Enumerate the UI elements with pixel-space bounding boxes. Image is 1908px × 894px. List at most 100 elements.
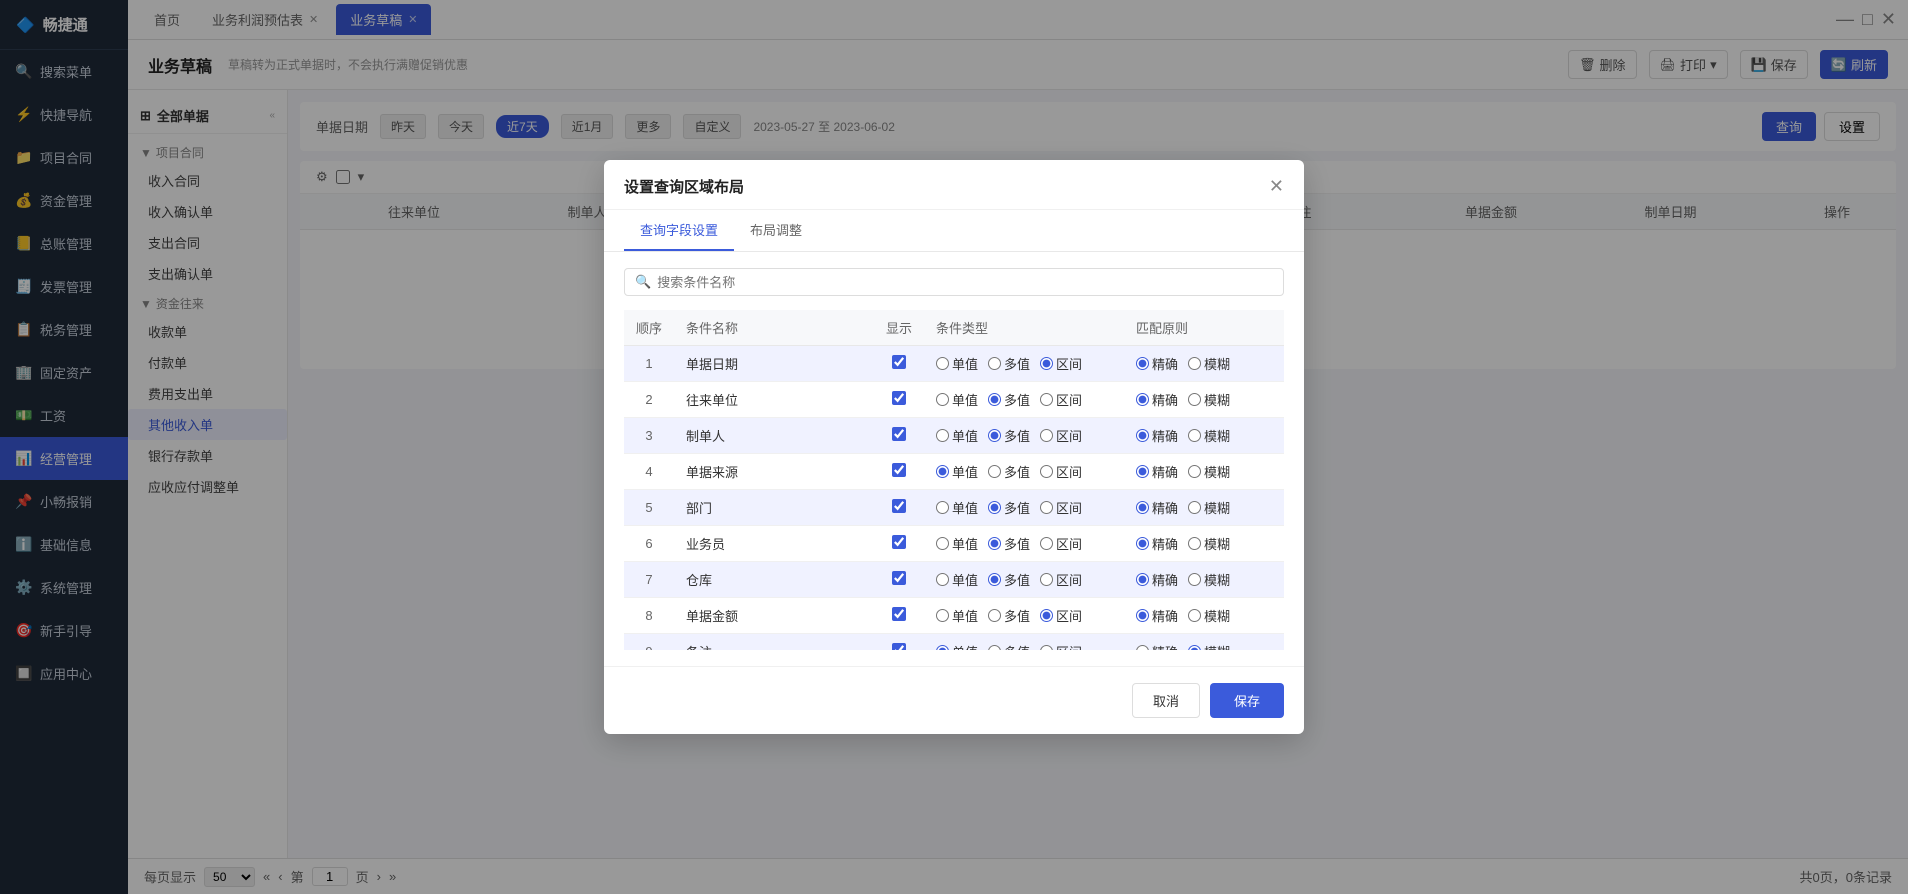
match-rule-radio[interactable] (1188, 393, 1201, 406)
condition-type-radio-item[interactable]: 多值 (988, 534, 1030, 553)
match-rule-radio-item[interactable]: 模糊 (1188, 570, 1230, 589)
match-rule-radio-item[interactable]: 精确 (1136, 606, 1178, 625)
condition-type-radio[interactable] (988, 429, 1001, 442)
match-rule-radio-item[interactable]: 模糊 (1188, 642, 1230, 650)
condition-type-radio-item[interactable]: 区间 (1040, 606, 1082, 625)
condition-type-radio-item[interactable]: 单值 (936, 606, 978, 625)
condition-type-radio-item[interactable]: 区间 (1040, 534, 1082, 553)
show-checkbox[interactable] (892, 463, 906, 477)
show-checkbox[interactable] (892, 535, 906, 549)
match-rule-radio[interactable] (1136, 429, 1149, 442)
match-rule-radio-item[interactable]: 精确 (1136, 534, 1178, 553)
condition-type-radio[interactable] (936, 357, 949, 370)
condition-type-radio-item[interactable]: 多值 (988, 498, 1030, 517)
match-rule-radio[interactable] (1136, 609, 1149, 622)
match-rule-radio[interactable] (1188, 573, 1201, 586)
condition-type-radio-item[interactable]: 多值 (988, 642, 1030, 650)
condition-type-radio[interactable] (988, 645, 1001, 650)
modal-cancel-button[interactable]: 取消 (1132, 683, 1200, 718)
match-rule-radio-item[interactable]: 精确 (1136, 426, 1178, 445)
match-rule-radio-item[interactable]: 精确 (1136, 462, 1178, 481)
match-rule-radio[interactable] (1188, 645, 1201, 650)
match-rule-radio[interactable] (1188, 609, 1201, 622)
condition-type-radio[interactable] (988, 501, 1001, 514)
condition-type-radio-item[interactable]: 单值 (936, 390, 978, 409)
match-rule-radio[interactable] (1136, 357, 1149, 370)
condition-type-radio-item[interactable]: 多值 (988, 354, 1030, 373)
condition-type-radio-item[interactable]: 区间 (1040, 642, 1082, 650)
condition-type-radio-item[interactable]: 多值 (988, 570, 1030, 589)
match-rule-radio-item[interactable]: 模糊 (1188, 426, 1230, 445)
match-rule-radio[interactable] (1136, 537, 1149, 550)
condition-type-radio[interactable] (988, 465, 1001, 478)
condition-type-radio-item[interactable]: 单值 (936, 462, 978, 481)
match-rule-radio[interactable] (1188, 429, 1201, 442)
match-rule-radio[interactable] (1136, 465, 1149, 478)
row-show-cell[interactable] (874, 634, 924, 651)
match-rule-radio[interactable] (1136, 645, 1149, 650)
condition-type-radio[interactable] (1040, 645, 1053, 650)
match-rule-radio-item[interactable]: 精确 (1136, 642, 1178, 650)
condition-type-radio[interactable] (1040, 501, 1053, 514)
match-rule-radio-item[interactable]: 模糊 (1188, 498, 1230, 517)
condition-type-radio-item[interactable]: 单值 (936, 426, 978, 445)
condition-type-radio-item[interactable]: 单值 (936, 570, 978, 589)
condition-type-radio-item[interactable]: 区间 (1040, 462, 1082, 481)
condition-type-radio-item[interactable]: 单值 (936, 354, 978, 373)
match-rule-radio-item[interactable]: 模糊 (1188, 354, 1230, 373)
match-rule-radio-item[interactable]: 精确 (1136, 498, 1178, 517)
row-show-cell[interactable] (874, 382, 924, 418)
condition-type-radio[interactable] (936, 393, 949, 406)
condition-type-radio-item[interactable]: 区间 (1040, 354, 1082, 373)
condition-type-radio-item[interactable]: 多值 (988, 390, 1030, 409)
condition-type-radio[interactable] (1040, 573, 1053, 586)
condition-type-radio-item[interactable]: 区间 (1040, 390, 1082, 409)
match-rule-radio-item[interactable]: 模糊 (1188, 462, 1230, 481)
condition-type-radio[interactable] (988, 537, 1001, 550)
condition-type-radio[interactable] (936, 465, 949, 478)
show-checkbox[interactable] (892, 571, 906, 585)
modal-tab-layout[interactable]: 布局调整 (734, 210, 818, 251)
condition-type-radio-item[interactable]: 单值 (936, 498, 978, 517)
condition-type-radio-item[interactable]: 单值 (936, 642, 978, 650)
condition-type-radio[interactable] (988, 393, 1001, 406)
condition-type-radio[interactable] (1040, 357, 1053, 370)
condition-type-radio[interactable] (1040, 609, 1053, 622)
show-checkbox[interactable] (892, 355, 906, 369)
match-rule-radio-item[interactable]: 模糊 (1188, 534, 1230, 553)
row-show-cell[interactable] (874, 490, 924, 526)
condition-type-radio-item[interactable]: 区间 (1040, 570, 1082, 589)
match-rule-radio-item[interactable]: 精确 (1136, 354, 1178, 373)
match-rule-radio[interactable] (1188, 501, 1201, 514)
match-rule-radio[interactable] (1188, 465, 1201, 478)
condition-type-radio[interactable] (988, 573, 1001, 586)
show-checkbox[interactable] (892, 643, 906, 650)
condition-type-radio[interactable] (1040, 393, 1053, 406)
condition-type-radio[interactable] (936, 573, 949, 586)
row-show-cell[interactable] (874, 346, 924, 382)
match-rule-radio[interactable] (1188, 357, 1201, 370)
row-show-cell[interactable] (874, 454, 924, 490)
match-rule-radio-item[interactable]: 模糊 (1188, 606, 1230, 625)
condition-type-radio[interactable] (988, 609, 1001, 622)
show-checkbox[interactable] (892, 427, 906, 441)
condition-type-radio[interactable] (936, 501, 949, 514)
match-rule-radio-item[interactable]: 模糊 (1188, 390, 1230, 409)
condition-type-radio[interactable] (936, 429, 949, 442)
condition-type-radio-item[interactable]: 多值 (988, 426, 1030, 445)
match-rule-radio[interactable] (1188, 537, 1201, 550)
condition-type-radio[interactable] (1040, 465, 1053, 478)
match-rule-radio-item[interactable]: 精确 (1136, 570, 1178, 589)
modal-tab-query-fields[interactable]: 查询字段设置 (624, 210, 734, 251)
condition-type-radio[interactable] (1040, 429, 1053, 442)
match-rule-radio[interactable] (1136, 393, 1149, 406)
show-checkbox[interactable] (892, 607, 906, 621)
modal-search-input[interactable] (657, 275, 1273, 290)
show-checkbox[interactable] (892, 391, 906, 405)
match-rule-radio[interactable] (1136, 573, 1149, 586)
condition-type-radio-item[interactable]: 多值 (988, 606, 1030, 625)
match-rule-radio-item[interactable]: 精确 (1136, 390, 1178, 409)
condition-type-radio[interactable] (1040, 537, 1053, 550)
row-show-cell[interactable] (874, 526, 924, 562)
condition-type-radio-item[interactable]: 区间 (1040, 498, 1082, 517)
